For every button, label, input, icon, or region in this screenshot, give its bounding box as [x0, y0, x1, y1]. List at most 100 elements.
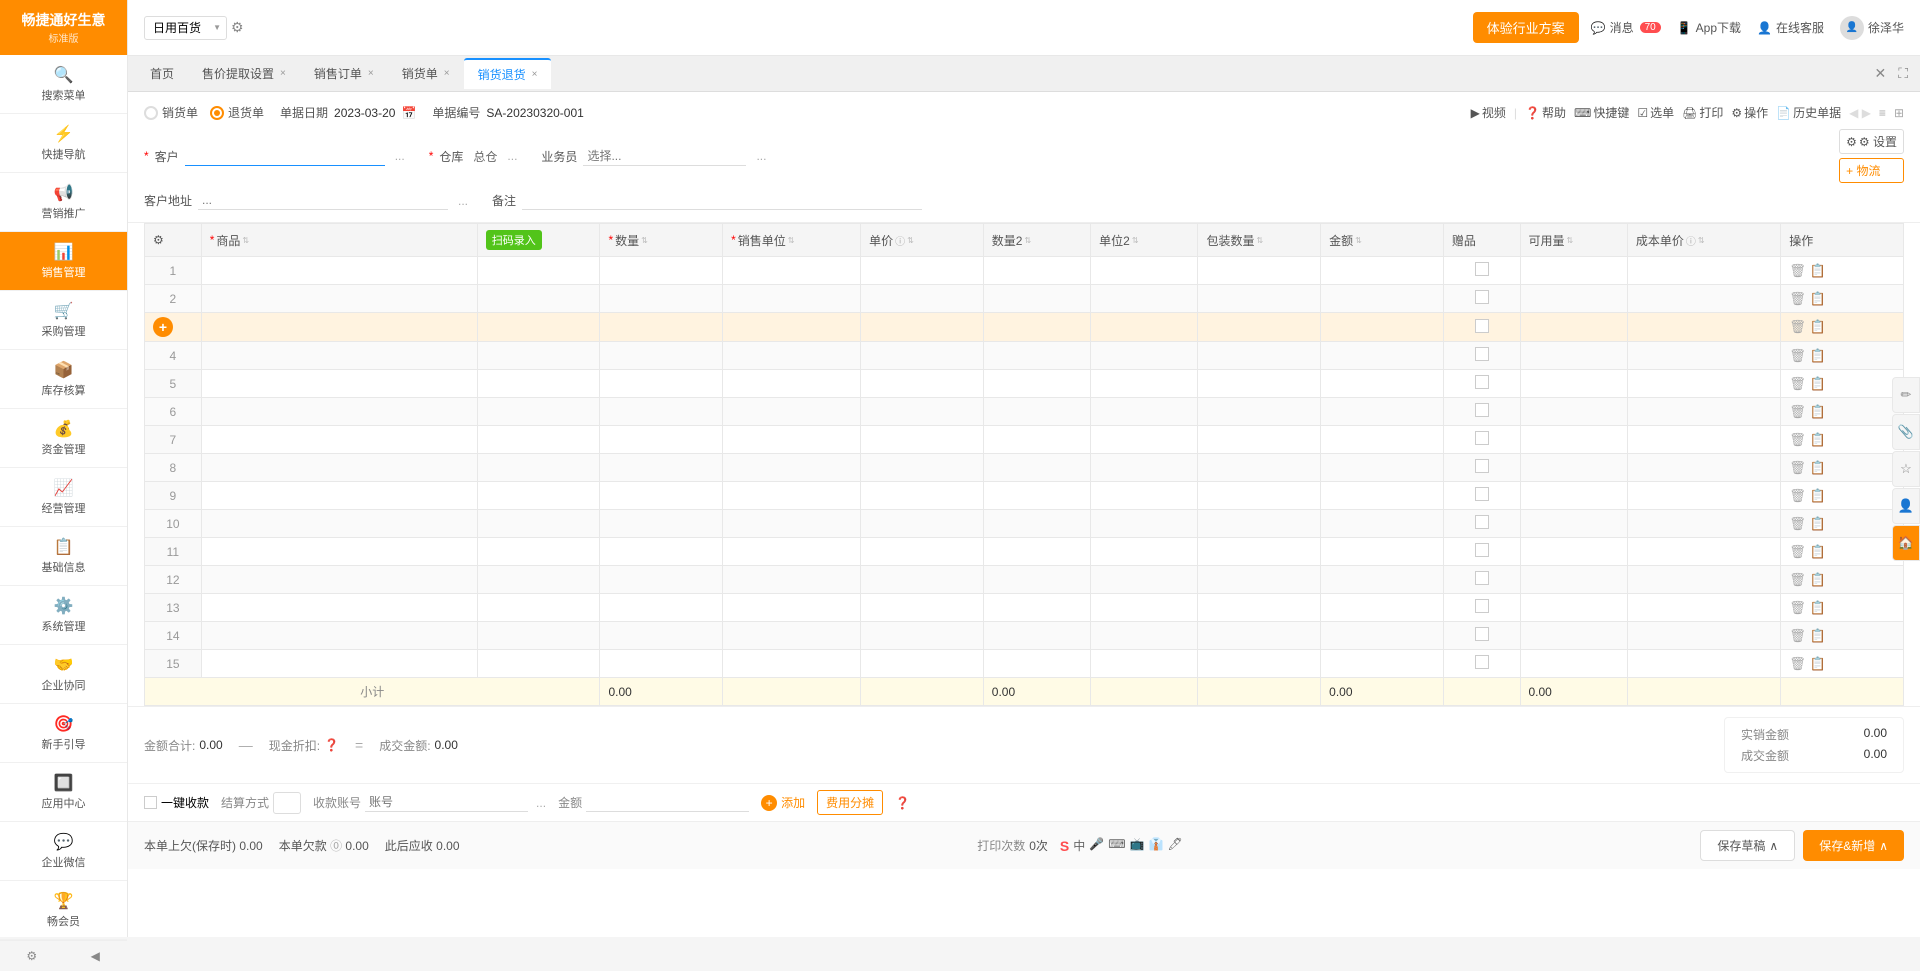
pack-qty-cell-7[interactable]	[1198, 426, 1321, 454]
add-logistics-button[interactable]: + 物流	[1839, 158, 1904, 183]
sidebar-item-inventory[interactable]: 📦 库存核算	[0, 350, 127, 409]
price-cell-6[interactable]	[861, 398, 984, 426]
product-cell-13[interactable]	[201, 594, 477, 622]
sidebar-item-wechat[interactable]: 💬 企业微信	[0, 822, 127, 881]
video-link[interactable]: ▶ 视频	[1471, 104, 1506, 121]
available-cell-12[interactable]	[1520, 566, 1627, 594]
pack-qty-cell-2[interactable]	[1198, 285, 1321, 313]
cost-price-cell-8[interactable]	[1627, 454, 1780, 482]
gift-checkbox-14[interactable]	[1475, 627, 1489, 641]
available-cell-3[interactable]	[1520, 313, 1627, 342]
cost-price-cell-15[interactable]	[1627, 650, 1780, 678]
amount-cell-7[interactable]	[1321, 426, 1444, 454]
price-cell-12[interactable]	[861, 566, 984, 594]
radio-return[interactable]: 退货单	[210, 104, 264, 121]
unit-cell-5[interactable]	[723, 370, 861, 398]
pack-qty-cell-4[interactable]	[1198, 342, 1321, 370]
unit-cell-15[interactable]	[723, 650, 861, 678]
right-float-home[interactable]: 🏠	[1892, 525, 1920, 561]
taskbar-icon-5[interactable]: 👔	[1148, 837, 1163, 854]
available-cell-1[interactable]	[1520, 257, 1627, 285]
sidebar-item-newbie[interactable]: 🎯 新手引导	[0, 704, 127, 763]
topbar-gear-icon[interactable]: ⚙	[231, 19, 244, 36]
available-cell-7[interactable]	[1520, 426, 1627, 454]
pack-qty-cell-8[interactable]	[1198, 454, 1321, 482]
price-sort[interactable]: ⇅	[907, 236, 914, 245]
unit2-cell-11[interactable]	[1091, 538, 1198, 566]
fenyong-button[interactable]: 费用分摊	[817, 790, 883, 815]
product-input-active[interactable]	[210, 320, 469, 334]
product-cell-6[interactable]	[201, 398, 477, 426]
available-sort[interactable]: ⇅	[1567, 236, 1574, 245]
tab-price[interactable]: 售价提取设置 ×	[188, 59, 300, 88]
industry-select[interactable]: 日用百货	[144, 16, 227, 40]
unit2-cell-13[interactable]	[1091, 594, 1198, 622]
product-sort[interactable]: ⇅	[242, 236, 249, 245]
qty2-cell-10[interactable]	[983, 510, 1090, 538]
amount-cell-1[interactable]	[1321, 257, 1444, 285]
product-cell-10[interactable]	[201, 510, 477, 538]
pack-qty-cell-6[interactable]	[1198, 398, 1321, 426]
sidebar-settings-btn[interactable]: ⚙	[0, 941, 64, 971]
tab-order[interactable]: 销售订单 ×	[300, 59, 388, 88]
gift-cell-10[interactable]	[1443, 510, 1520, 538]
close-all-btn[interactable]: ✕	[1870, 63, 1890, 84]
tab-price-close[interactable]: ×	[280, 68, 286, 79]
copy-row-btn-1[interactable]: 📋	[1810, 263, 1826, 279]
product-cell-14[interactable]	[201, 622, 477, 650]
sidebar-item-quick[interactable]: ⚡ 快捷导航	[0, 114, 127, 173]
gift-cell-12[interactable]	[1443, 566, 1520, 594]
price-cell-1[interactable]	[861, 257, 984, 285]
qty-cell-11[interactable]	[600, 538, 723, 566]
gift-cell-15[interactable]	[1443, 650, 1520, 678]
right-float-person[interactable]: 👤	[1892, 488, 1920, 524]
cost-price-cell-2[interactable]	[1627, 285, 1780, 313]
available-cell-9[interactable]	[1520, 482, 1627, 510]
price-cell-4[interactable]	[861, 342, 984, 370]
shortcut-link[interactable]: ⌨ 快捷键	[1574, 104, 1629, 121]
warehouse-dots[interactable]: ...	[507, 149, 517, 163]
copy-row-btn-10[interactable]: 📋	[1810, 516, 1826, 532]
tab-sales[interactable]: 销货单 ×	[388, 59, 464, 88]
unit2-cell-4[interactable]	[1091, 342, 1198, 370]
price-cell-2[interactable]	[861, 285, 984, 313]
unit-cell-8[interactable]	[723, 454, 861, 482]
right-float-star[interactable]: ☆	[1892, 451, 1920, 487]
product-cell-7[interactable]	[201, 426, 477, 454]
app-download-item[interactable]: 📱 App下载	[1677, 19, 1741, 36]
unit-cell-2[interactable]	[723, 285, 861, 313]
copy-row-btn-15[interactable]: 📋	[1810, 656, 1826, 672]
price-cell-7[interactable]	[861, 426, 984, 454]
gift-cell-3[interactable]	[1443, 313, 1520, 342]
price-cell-11[interactable]	[861, 538, 984, 566]
available-cell-6[interactable]	[1520, 398, 1627, 426]
right-float-edit[interactable]: ✏	[1892, 377, 1920, 413]
cost-price-cell-3[interactable]	[1627, 313, 1780, 342]
unit2-cell-8[interactable]	[1091, 454, 1198, 482]
qty-cell-5[interactable]	[600, 370, 723, 398]
unit2-cell-12[interactable]	[1091, 566, 1198, 594]
tab-returns[interactable]: 销货退货 ×	[464, 58, 552, 89]
available-cell-5[interactable]	[1520, 370, 1627, 398]
right-float-clip[interactable]: 📎	[1892, 414, 1920, 450]
qty2-cell-11[interactable]	[983, 538, 1090, 566]
gift-checkbox-1[interactable]	[1475, 262, 1489, 276]
price-cell-5[interactable]	[861, 370, 984, 398]
tab-order-close[interactable]: ×	[368, 68, 374, 79]
copy-row-btn-5[interactable]: 📋	[1810, 376, 1826, 392]
print-link[interactable]: 🖨 打印	[1682, 104, 1723, 121]
gift-cell-2[interactable]	[1443, 285, 1520, 313]
amount-cell-12[interactable]	[1321, 566, 1444, 594]
unit2-cell-9[interactable]	[1091, 482, 1198, 510]
radio-sale[interactable]: 销货单	[144, 104, 198, 121]
gift-checkbox-7[interactable]	[1475, 431, 1489, 445]
user-item[interactable]: 👤 徐泽华	[1840, 16, 1904, 40]
unit-cell-13[interactable]	[723, 594, 861, 622]
gift-checkbox-9[interactable]	[1475, 487, 1489, 501]
product-cell-5[interactable]	[201, 370, 477, 398]
unit2-sort[interactable]: ⇅	[1132, 236, 1139, 245]
copy-row-btn-4[interactable]: 📋	[1810, 348, 1826, 364]
sidebar-item-apps[interactable]: 🔲 应用中心	[0, 763, 127, 822]
qty2-cell-8[interactable]	[983, 454, 1090, 482]
unit2-cell-2[interactable]	[1091, 285, 1198, 313]
